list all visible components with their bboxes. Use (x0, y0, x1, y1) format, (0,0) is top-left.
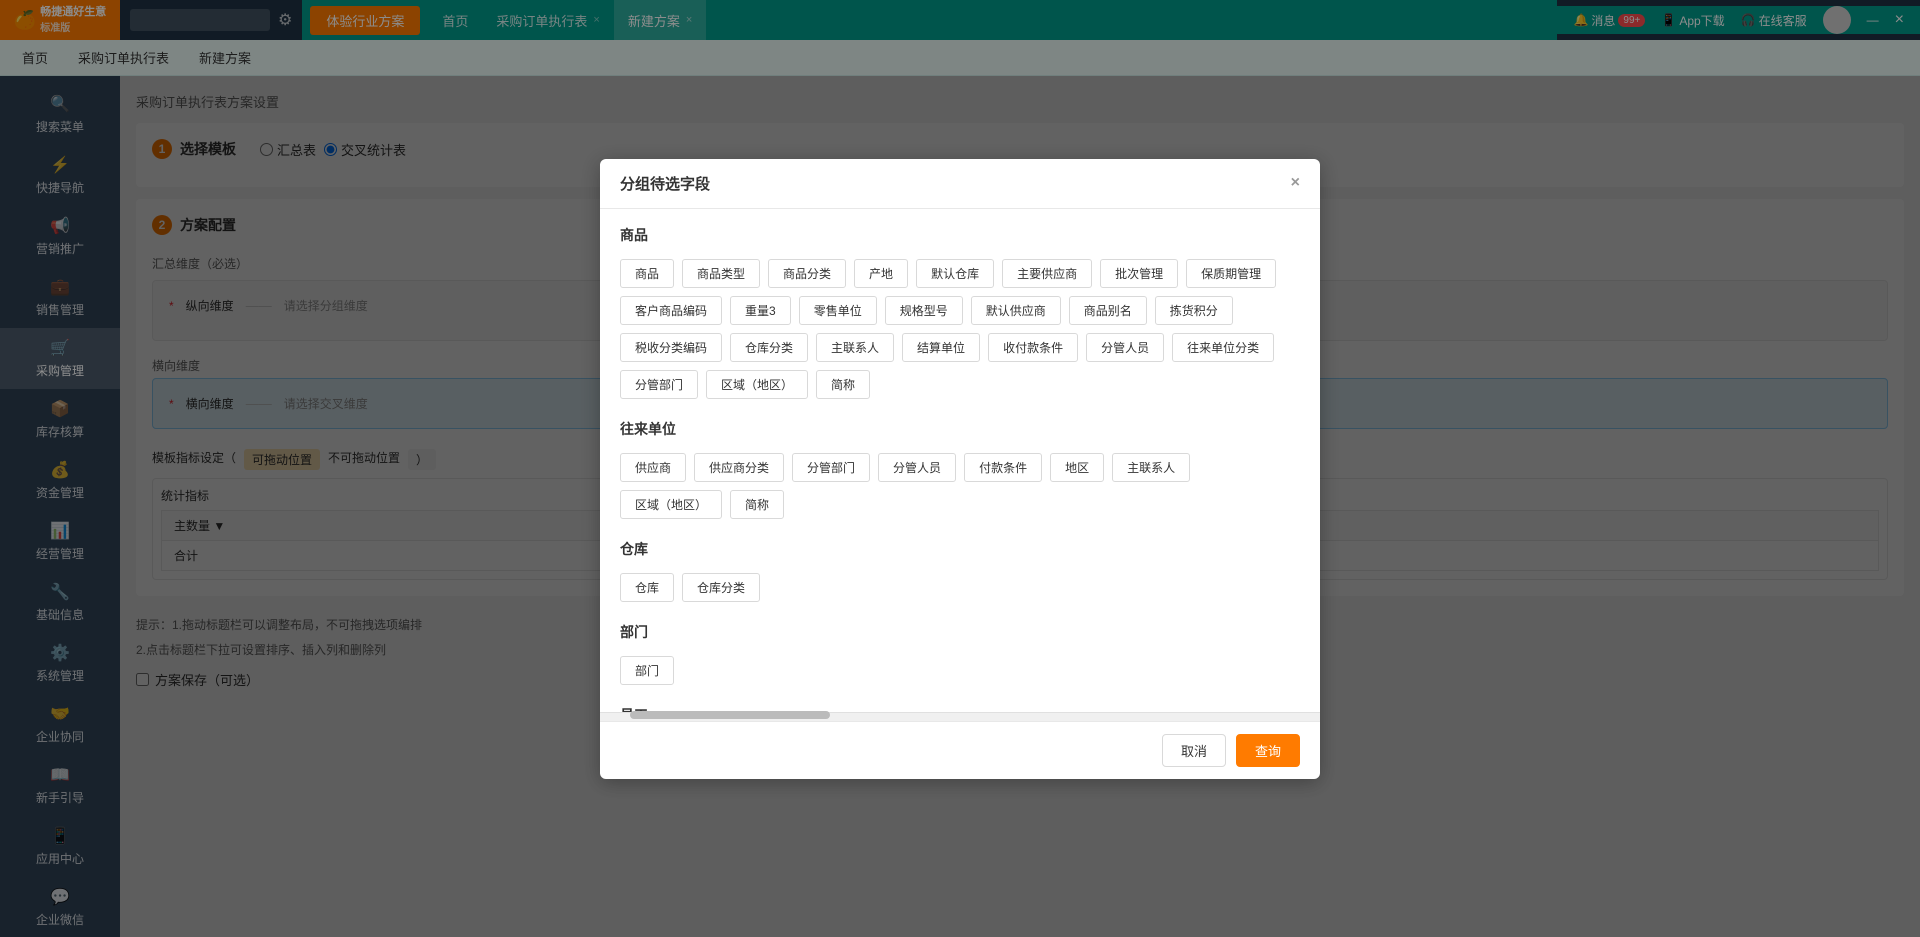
tag-warehouse-1[interactable]: 仓库分类 (682, 573, 760, 602)
section-warehouse: 仓库 仓库 仓库分类 (620, 539, 1300, 602)
tag-partner-0[interactable]: 供应商 (620, 453, 686, 482)
tag-goods-10[interactable]: 零售单位 (799, 296, 877, 325)
tag-partner-8[interactable]: 简称 (730, 490, 784, 519)
tag-goods-7[interactable]: 保质期管理 (1186, 259, 1276, 288)
tag-partner-6[interactable]: 主联系人 (1112, 453, 1190, 482)
tag-goods-22[interactable]: 分管部门 (620, 370, 698, 399)
tag-goods-12[interactable]: 默认供应商 (971, 296, 1061, 325)
tag-partner-3[interactable]: 分管人员 (878, 453, 956, 482)
h-scrollbar-thumb[interactable] (630, 711, 830, 719)
section-department: 部门 部门 (620, 622, 1300, 685)
tag-goods-17[interactable]: 主联系人 (816, 333, 894, 362)
tag-goods-6[interactable]: 批次管理 (1100, 259, 1178, 288)
modal-footer: 取消 查询 (600, 721, 1320, 779)
tag-goods-23[interactable]: 区域（地区） (706, 370, 808, 399)
tag-goods-20[interactable]: 分管人员 (1086, 333, 1164, 362)
tag-goods-16[interactable]: 仓库分类 (730, 333, 808, 362)
tag-goods-13[interactable]: 商品别名 (1069, 296, 1147, 325)
tag-goods-4[interactable]: 默认仓库 (916, 259, 994, 288)
tag-dept-0[interactable]: 部门 (620, 656, 674, 685)
dept-tags: 部门 (620, 656, 1300, 685)
tag-goods-9[interactable]: 重量3 (730, 296, 791, 325)
section-dept-title: 部门 (620, 622, 1300, 646)
tag-partner-7[interactable]: 区域（地区） (620, 490, 722, 519)
modal-title: 分组待选字段 (620, 173, 710, 194)
modal-close-btn[interactable]: × (1291, 174, 1300, 192)
partner-tags: 供应商 供应商分类 分管部门 分管人员 付款条件 地区 主联系人 区域（地区） … (620, 453, 1300, 519)
section-partner: 往来单位 供应商 供应商分类 分管部门 分管人员 付款条件 地区 主联系人 区域… (620, 419, 1300, 519)
section-goods: 商品 商品 商品类型 商品分类 产地 默认仓库 主要供应商 批次管理 保质期管理… (620, 225, 1300, 399)
tag-goods-14[interactable]: 拣货积分 (1155, 296, 1233, 325)
tag-partner-1[interactable]: 供应商分类 (694, 453, 784, 482)
tag-goods-1[interactable]: 商品类型 (682, 259, 760, 288)
cancel-button[interactable]: 取消 (1162, 734, 1226, 767)
modal-header: 分组待选字段 × (600, 159, 1320, 209)
tag-goods-18[interactable]: 结算单位 (902, 333, 980, 362)
modal-dialog: 分组待选字段 × 商品 商品 商品类型 商品分类 产地 默认仓库 主要供应商 批… (600, 159, 1320, 779)
tag-goods-19[interactable]: 收付款条件 (988, 333, 1078, 362)
tag-goods-2[interactable]: 商品分类 (768, 259, 846, 288)
tag-goods-3[interactable]: 产地 (854, 259, 908, 288)
horizontal-scrollbar[interactable] (600, 712, 1320, 721)
confirm-button[interactable]: 查询 (1236, 734, 1300, 767)
modal-overlay: 分组待选字段 × 商品 商品 商品类型 商品分类 产地 默认仓库 主要供应商 批… (0, 0, 1920, 937)
section-goods-title: 商品 (620, 225, 1300, 249)
warehouse-tags: 仓库 仓库分类 (620, 573, 1300, 602)
tag-partner-5[interactable]: 地区 (1050, 453, 1104, 482)
tag-goods-21[interactable]: 往来单位分类 (1172, 333, 1274, 362)
modal-body: 商品 商品 商品类型 商品分类 产地 默认仓库 主要供应商 批次管理 保质期管理… (600, 209, 1320, 712)
tag-goods-15[interactable]: 税收分类编码 (620, 333, 722, 362)
section-partner-title: 往来单位 (620, 419, 1300, 443)
tag-warehouse-0[interactable]: 仓库 (620, 573, 674, 602)
tag-goods-8[interactable]: 客户商品编码 (620, 296, 722, 325)
section-warehouse-title: 仓库 (620, 539, 1300, 563)
goods-tags: 商品 商品类型 商品分类 产地 默认仓库 主要供应商 批次管理 保质期管理 客户… (620, 259, 1300, 399)
tag-goods-11[interactable]: 规格型号 (885, 296, 963, 325)
tag-partner-2[interactable]: 分管部门 (792, 453, 870, 482)
tag-partner-4[interactable]: 付款条件 (964, 453, 1042, 482)
tag-goods-24[interactable]: 简称 (816, 370, 870, 399)
tag-goods-0[interactable]: 商品 (620, 259, 674, 288)
tag-goods-5[interactable]: 主要供应商 (1002, 259, 1092, 288)
